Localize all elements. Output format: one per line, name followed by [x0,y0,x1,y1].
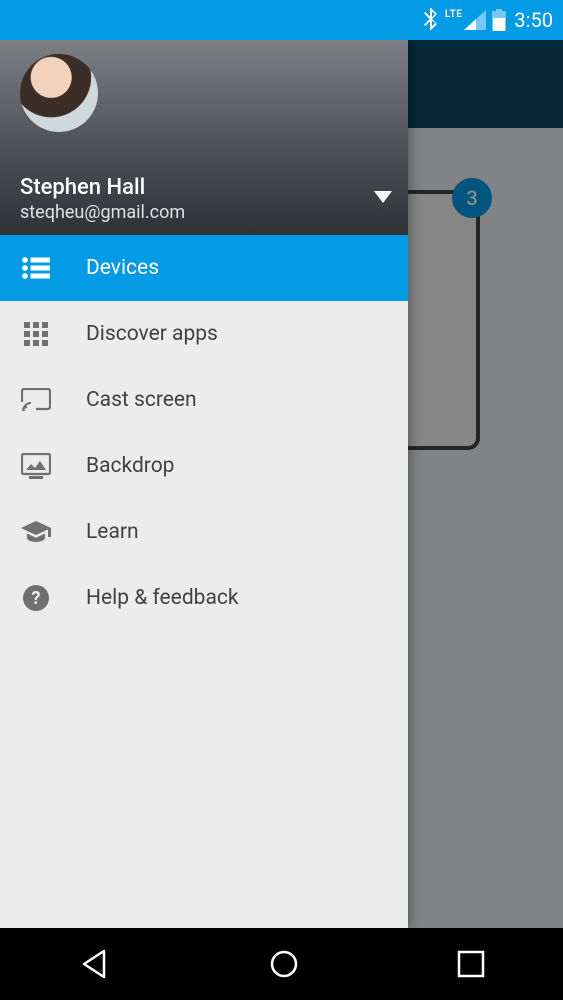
account-name: Stephen Hall [20,175,388,200]
drawer-item-help[interactable]: ? Help & feedback [0,565,408,631]
help-icon: ? [20,585,52,611]
back-button[interactable] [78,947,112,981]
account-email: steqheu@gmail.com [20,202,388,223]
signal-icon [464,10,486,30]
learn-icon [20,521,52,543]
drawer-item-devices[interactable]: Devices [0,235,408,301]
drawer-item-label: Discover apps [86,322,388,346]
navigation-drawer: Stephen Hall steqheu@gmail.com Devices D… [0,40,408,928]
status-bar: LTE 3:50 [0,0,563,40]
battery-icon [492,9,506,31]
drawer-item-label: Help & feedback [86,586,388,610]
lte-icon: LTE [445,10,463,20]
home-button[interactable] [267,947,301,981]
drawer-item-label: Backdrop [86,454,388,478]
cast-icon [20,388,52,412]
account-block[interactable]: Stephen Hall steqheu@gmail.com [20,175,388,223]
avatar[interactable] [20,54,98,132]
recents-button[interactable] [456,949,486,979]
drawer-item-label: Cast screen [86,388,388,412]
system-navigation-bar [0,928,563,1000]
drawer-header[interactable]: Stephen Hall steqheu@gmail.com [0,40,408,235]
drawer-item-backdrop[interactable]: Backdrop [0,433,408,499]
apps-grid-icon [20,322,52,346]
status-time: 3:50 [514,8,553,32]
drawer-item-learn[interactable]: Learn [0,499,408,565]
devices-list-icon [20,257,52,279]
drawer-list: Devices Discover apps Cast screen Backdr… [0,235,408,928]
backdrop-icon [20,453,52,479]
svg-text:?: ? [32,588,41,609]
drawer-item-label: Devices [86,256,388,280]
bluetooth-icon [423,8,439,32]
chevron-down-icon[interactable] [374,188,392,207]
drawer-item-discover[interactable]: Discover apps [0,301,408,367]
drawer-item-label: Learn [86,520,388,544]
drawer-item-cast[interactable]: Cast screen [0,367,408,433]
